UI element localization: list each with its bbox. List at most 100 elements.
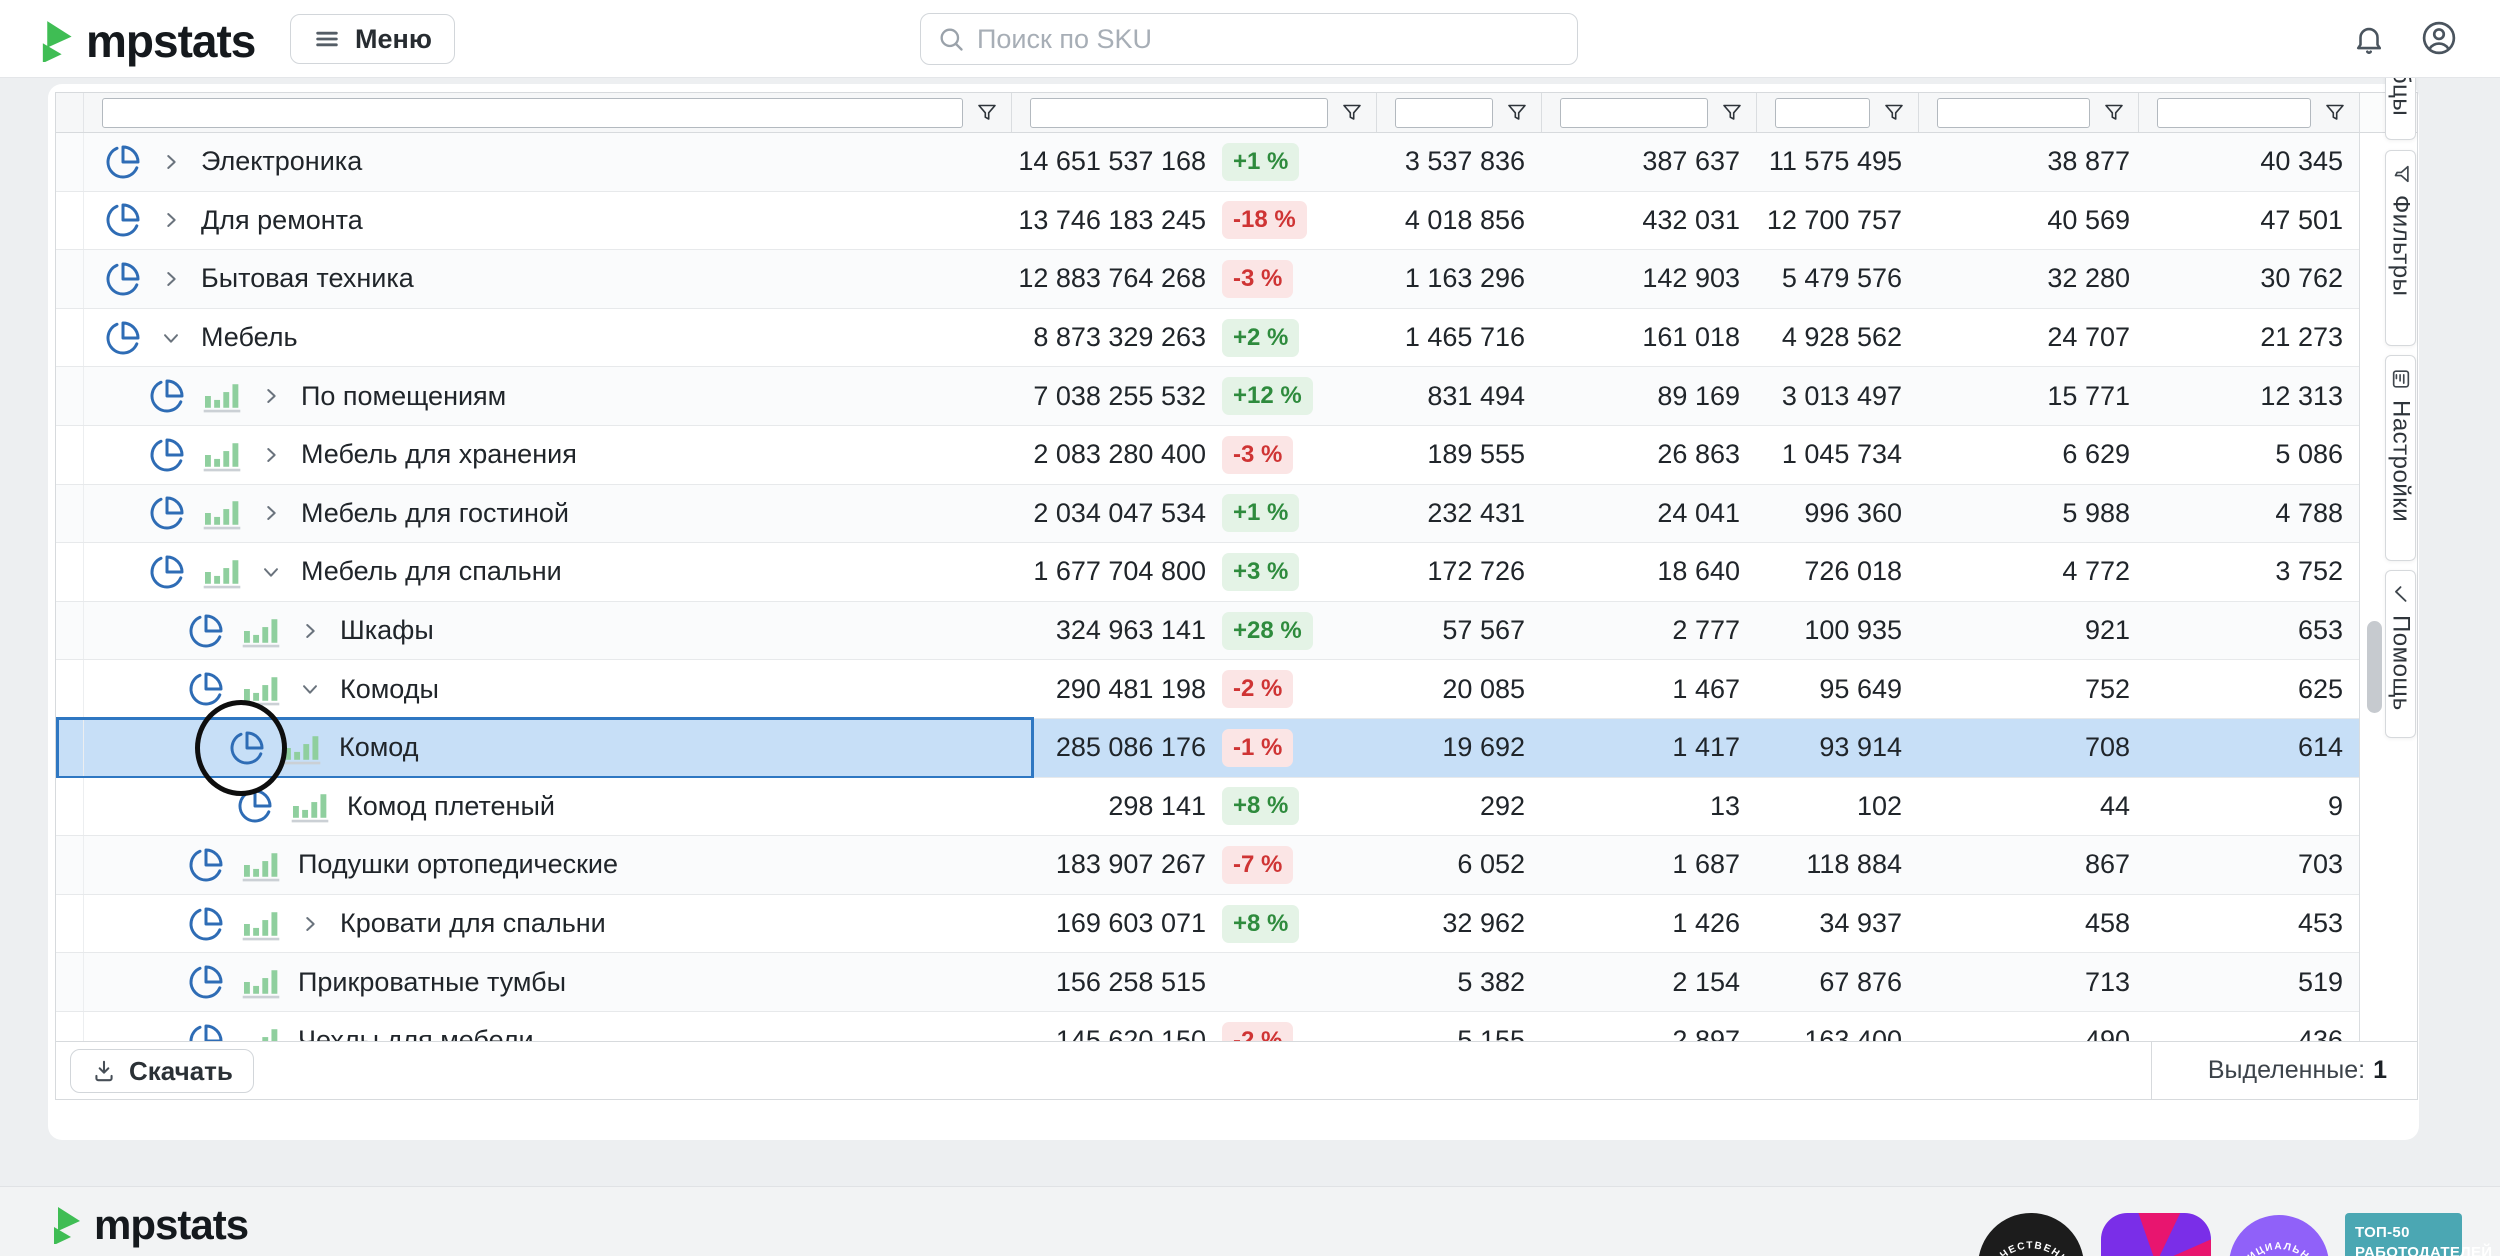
metric-value: 653 bbox=[2297, 615, 2343, 646]
bar-chart-icon[interactable] bbox=[242, 848, 280, 882]
pie-chart-icon[interactable] bbox=[237, 788, 273, 824]
pie-chart-icon[interactable] bbox=[149, 437, 185, 473]
filter-funnel-icon[interactable] bbox=[1340, 101, 1364, 125]
bar-chart-icon[interactable] bbox=[242, 907, 280, 941]
bar-chart-icon[interactable] bbox=[283, 731, 321, 765]
filter-funnel-icon[interactable] bbox=[2323, 101, 2347, 125]
metric-value: 6 629 bbox=[2062, 439, 2130, 470]
metric-value: 1 465 716 bbox=[1404, 322, 1525, 353]
pie-chart-icon[interactable] bbox=[105, 144, 141, 180]
column-filter-input[interactable] bbox=[1030, 97, 1328, 128]
column-filter-input[interactable] bbox=[1775, 97, 1870, 128]
change-badge: -2 % bbox=[1222, 1021, 1294, 1041]
bar-chart-icon[interactable] bbox=[242, 672, 280, 706]
table-row[interactable]: Комод плетеный 298 141 +8 % 292 13 102 44 9 bbox=[56, 777, 2359, 837]
row-gutter bbox=[56, 777, 84, 836]
bar-chart-icon[interactable] bbox=[242, 614, 280, 648]
main-content-card: Электроника 14 651 537 168 +1 % 3 537 836 38… bbox=[48, 84, 2419, 1140]
bar-chart-icon[interactable] bbox=[203, 496, 241, 530]
brand-text: mpstats bbox=[86, 15, 256, 67]
column-filter-input[interactable] bbox=[2157, 97, 2311, 128]
notifications-bell-icon[interactable] bbox=[2352, 21, 2386, 62]
expand-chevron-icon[interactable] bbox=[298, 913, 322, 935]
collapse-chevron-icon[interactable] bbox=[259, 561, 283, 583]
bar-chart-icon[interactable] bbox=[203, 438, 241, 472]
bar-chart-icon[interactable] bbox=[242, 965, 280, 999]
bar-chart-icon[interactable] bbox=[203, 379, 241, 413]
expand-chevron-icon[interactable] bbox=[159, 151, 183, 173]
pie-chart-icon[interactable] bbox=[188, 613, 224, 649]
table-row[interactable]: Мебель для спальни 1 677 704 800 +3 % 172 7… bbox=[56, 543, 2359, 602]
bar-chart-icon[interactable] bbox=[291, 789, 329, 823]
pie-chart-icon[interactable] bbox=[188, 671, 224, 707]
column-filter-input[interactable] bbox=[102, 97, 963, 128]
column-filter-input[interactable] bbox=[1937, 97, 2090, 128]
expand-chevron-icon[interactable] bbox=[159, 268, 183, 290]
expand-chevron-icon[interactable] bbox=[259, 444, 283, 466]
filter-funnel-icon[interactable] bbox=[2102, 101, 2126, 125]
download-button[interactable]: Скачать bbox=[70, 1049, 254, 1093]
collapse-chevron-icon[interactable] bbox=[298, 678, 322, 700]
change-badge-slot: +8 % bbox=[1206, 787, 1376, 826]
filter-funnel-icon[interactable] bbox=[1505, 101, 1529, 125]
table-row[interactable]: Мебель 8 873 329 263 +2 % 1 465 716 161 018 4… bbox=[56, 308, 2359, 368]
table-row[interactable]: Кровати для спальни 169 603 071 +8 % 32 962… bbox=[56, 894, 2359, 954]
pie-chart-icon[interactable] bbox=[149, 554, 185, 590]
expand-chevron-icon[interactable] bbox=[259, 385, 283, 407]
table-row[interactable]: Прикроватные тумбы 156 258 515 5 382 2 154 6… bbox=[56, 953, 2359, 1012]
side-tab-filters[interactable]: Фильтры bbox=[2385, 150, 2416, 346]
filter-funnel-icon[interactable] bbox=[975, 101, 999, 125]
bar-chart-icon[interactable] bbox=[242, 1024, 280, 1041]
side-tab-label: Настройки bbox=[2387, 400, 2415, 523]
pie-chart-icon[interactable] bbox=[188, 847, 224, 883]
footer-logo: mpstats bbox=[48, 1201, 249, 1249]
pie-chart-icon[interactable] bbox=[188, 906, 224, 942]
pie-chart-icon[interactable] bbox=[105, 202, 141, 238]
table-row[interactable]: Бытовая техника 12 883 764 268 -3 % 1 163 2… bbox=[56, 250, 2359, 309]
filter-funnel-icon[interactable] bbox=[1720, 101, 1744, 125]
vertical-scrollbar-thumb[interactable] bbox=[2367, 621, 2382, 713]
pie-chart-icon[interactable] bbox=[149, 378, 185, 414]
filter-funnel-icon[interactable] bbox=[1882, 101, 1906, 125]
expand-chevron-icon[interactable] bbox=[159, 209, 183, 231]
side-tab-help[interactable]: Помощь bbox=[2385, 570, 2416, 738]
table-row[interactable]: Комоды 290 481 198 -2 % 20 085 1 467 95 649 75… bbox=[56, 660, 2359, 719]
pie-chart-icon[interactable] bbox=[229, 730, 265, 766]
table-row[interactable]: Шкафы 324 963 141 +28 % 57 567 2 777 100 935 9… bbox=[56, 601, 2359, 661]
search-input[interactable] bbox=[977, 23, 1561, 55]
side-tab-settings[interactable]: Настройки bbox=[2385, 355, 2416, 561]
filter-cell bbox=[2138, 93, 2359, 132]
revenue-cell: 290 481 198 -2 % bbox=[1011, 670, 1376, 709]
pie-chart-icon[interactable] bbox=[149, 495, 185, 531]
pie-chart-icon[interactable] bbox=[105, 261, 141, 297]
table-row[interactable]: Подушки ортопедические 183 907 267 -7 % 6 0… bbox=[56, 836, 2359, 895]
table-row[interactable]: По помещениям 7 038 255 532 +12 % 831 494 89… bbox=[56, 367, 2359, 426]
pie-chart-icon[interactable] bbox=[188, 964, 224, 1000]
side-tab-label: Фильтры bbox=[2387, 195, 2415, 297]
bar-chart-icon[interactable] bbox=[203, 555, 241, 589]
revenue-value: 324 963 141 bbox=[1055, 615, 1206, 646]
table-row-partial[interactable]: Чехлы для мебели 145 620 150 -2 % 5 155 2 89… bbox=[56, 1011, 2359, 1041]
table-row[interactable]: Для ремонта 13 746 183 245 -18 % 4 018 856 4… bbox=[56, 191, 2359, 251]
column-filter-input[interactable] bbox=[1395, 97, 1493, 128]
sku-search[interactable] bbox=[920, 13, 1578, 65]
expand-chevron-icon[interactable] bbox=[259, 502, 283, 524]
collapse-chevron-icon[interactable] bbox=[159, 327, 183, 349]
table-row[interactable]: Мебель для гостиной 2 034 047 534 +1 % 232 … bbox=[56, 484, 2359, 544]
pie-chart-icon[interactable] bbox=[188, 1023, 224, 1041]
table-row[interactable]: Мебель для хранения 2 083 280 400 -3 % 189 … bbox=[56, 425, 2359, 485]
column-filter-input[interactable] bbox=[1560, 97, 1708, 128]
menu-button[interactable]: Меню bbox=[290, 14, 455, 64]
metric-value: 726 018 bbox=[1804, 556, 1902, 587]
expand-chevron-icon[interactable] bbox=[298, 620, 322, 642]
table-row-selected[interactable]: Комод 285 086 176 -1 % 19 692 1 417 93 914 708… bbox=[56, 716, 2359, 779]
metric-value: 4 928 562 bbox=[1781, 322, 1902, 353]
mpstats-logo[interactable]: mpstats bbox=[36, 14, 256, 68]
pie-chart-icon[interactable] bbox=[105, 320, 141, 356]
user-account-icon[interactable] bbox=[2420, 19, 2458, 62]
metric-value: 458 bbox=[2084, 908, 2130, 939]
category-name: Подушки ортопедические bbox=[298, 849, 619, 880]
table-row[interactable]: Электроника 14 651 537 168 +1 % 3 537 836 38… bbox=[56, 133, 2359, 192]
change-badge: +8 % bbox=[1222, 787, 1300, 826]
row-gutter bbox=[56, 543, 84, 601]
